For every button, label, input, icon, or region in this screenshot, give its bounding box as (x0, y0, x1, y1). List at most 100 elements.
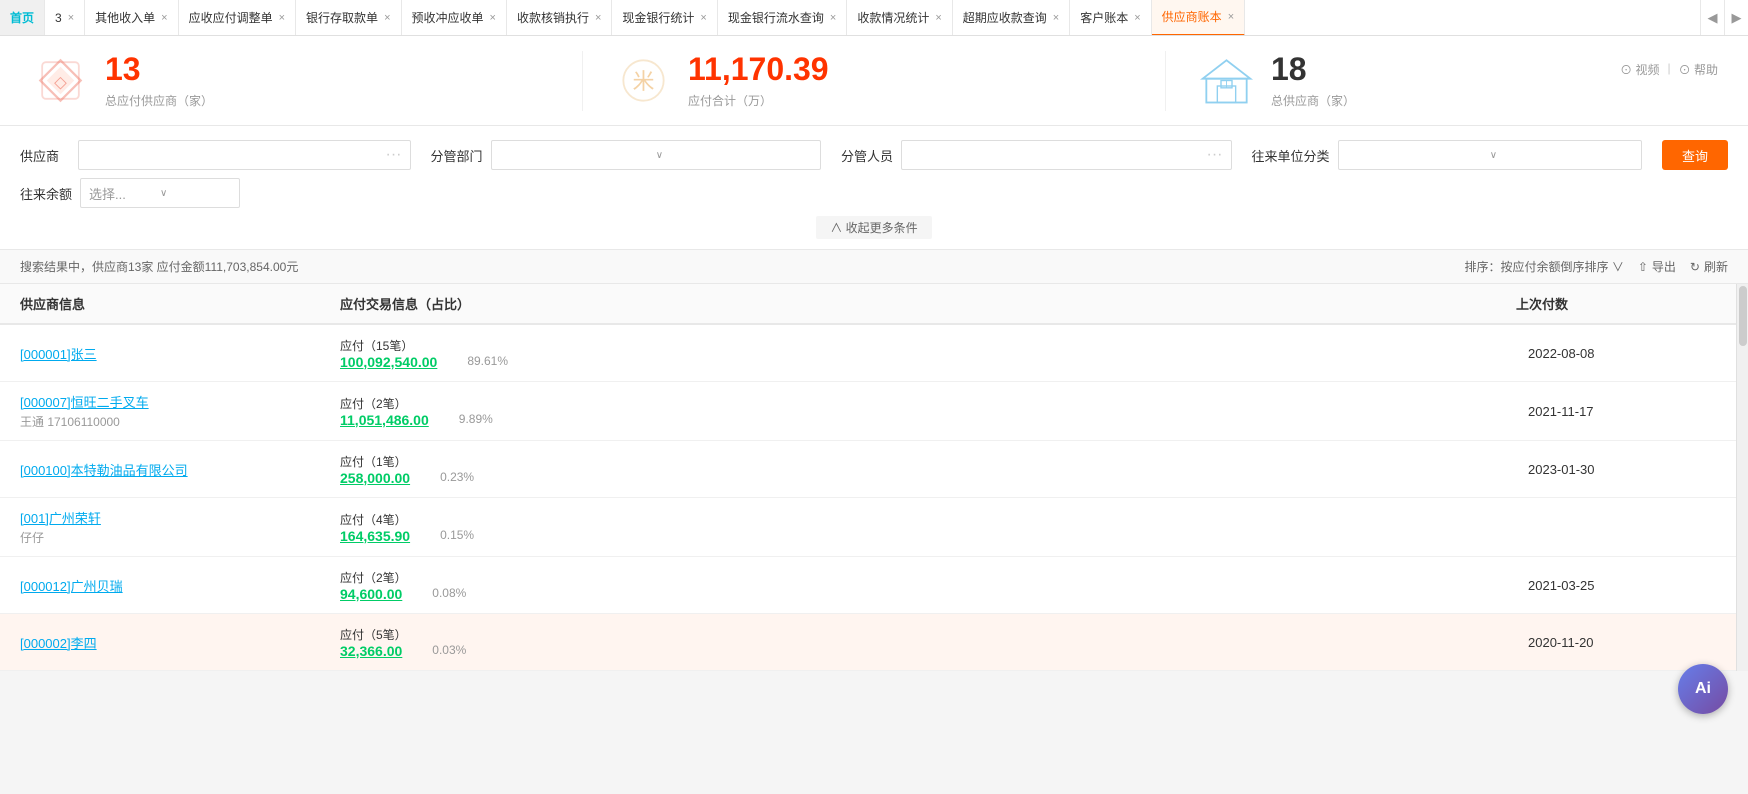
table-row-inner-2[interactable]: [000007]恒旺二手叉车王通 17106110000应付（2笔）11,051… (0, 382, 1748, 440)
nav-tab-prepay-collect[interactable]: 预收冲应收单× (402, 0, 507, 36)
table-row-4: [001]广州荣轩仔仔应付（4笔）164,635.900.15% (0, 498, 1748, 557)
ai-badge[interactable]: Ai (1678, 664, 1728, 714)
close-tab-ap-adjust[interactable]: × (279, 12, 285, 24)
video-link[interactable]: ⊙ 视频 (1620, 61, 1659, 78)
refresh-icon: ↻ (1690, 260, 1700, 274)
close-tab-other-income[interactable]: × (161, 12, 167, 24)
nav-tab-collect-stat[interactable]: 收款情况统计× (847, 0, 952, 36)
dept-select[interactable]: ∨ (491, 140, 821, 170)
table-row-inner-4[interactable]: [001]广州荣轩仔仔应付（4笔）164,635.900.15% (0, 498, 1748, 556)
supplier-col-2: [000007]恒旺二手叉车王通 17106110000 (20, 392, 340, 430)
top-navigation: 首页3×其他收入单×应收应付调整单×银行存取款单×预收冲应收单×收款核销执行×现… (0, 0, 1748, 36)
table-row-2: [000007]恒旺二手叉车王通 17106110000应付（2笔）11,051… (0, 382, 1748, 441)
stat-total-suppliers: 18 总供应商（家） ⊙ 视频 | ⊙ 帮助 (1166, 51, 1748, 111)
table-row-3: [000100]本特勒油品有限公司应付（1笔）258,000.000.23%20… (0, 441, 1748, 498)
supplier-col-4: [001]广州荣轩仔仔 (20, 508, 340, 546)
transaction-amount-4[interactable]: 164,635.90 (340, 528, 410, 544)
transaction-label-3: 应付（1笔） (340, 453, 1528, 470)
nav-tab-receive-verify[interactable]: 收款核销执行× (507, 0, 612, 36)
refresh-label[interactable]: 刷新 (1704, 258, 1728, 275)
nav-tab-ap-adjust[interactable]: 应收应付调整单× (179, 0, 296, 36)
supplier-label: 供应商 (20, 146, 70, 165)
balance-arrow-icon: ∨ (160, 188, 231, 199)
person-input-wrapper[interactable]: ··· (901, 140, 1231, 170)
close-tab-customer-account[interactable]: × (1134, 12, 1140, 24)
close-tab-cash-bank-stat[interactable]: × (700, 12, 706, 24)
close-tab-cash-bank-flow[interactable]: × (830, 12, 836, 24)
refresh-action[interactable]: ↻ 刷新 (1690, 258, 1728, 275)
table-row-inner-3[interactable]: [000100]本特勒油品有限公司应付（1笔）258,000.000.23%20… (0, 441, 1748, 497)
supplier-dots-icon: ··· (386, 146, 402, 164)
result-actions: 排序：按应付余额倒序排序 ∨ ⇧ 导出 ↻ 刷新 (1464, 258, 1728, 275)
collapse-button[interactable]: ∧ 收起更多条件 (816, 216, 931, 239)
table-row-inner-6[interactable]: [000002]李四应付（5笔）32,366.000.03%2020-11-20 (0, 614, 1748, 670)
transaction-amount-5[interactable]: 94,600.00 (340, 586, 402, 602)
scrollbar-thumb[interactable] (1739, 286, 1747, 346)
supplier-input-wrapper[interactable]: ··· (78, 140, 411, 170)
transaction-amount-2[interactable]: 11,051,486.00 (340, 412, 429, 428)
transaction-amount-6[interactable]: 32,366.00 (340, 643, 402, 659)
export-label[interactable]: 导出 (1652, 258, 1676, 275)
balance-select[interactable]: 选择... ∨ (80, 178, 240, 208)
close-tab-bank-deposit[interactable]: × (384, 12, 390, 24)
close-tab-overdue-query[interactable]: × (1053, 12, 1059, 24)
export-icon: ⇧ (1638, 260, 1648, 274)
transaction-col-4: 应付（4笔）164,635.900.15% (340, 511, 1528, 544)
table-row-inner-5[interactable]: [000012]广州贝瑞应付（2笔）94,600.000.08%2021-03-… (0, 557, 1748, 613)
nav-tab-supplier-account[interactable]: 供应商账本× (1152, 0, 1245, 36)
stat-payable-amount-info: 11,170.39 应付合计（万） (688, 52, 829, 108)
header-transaction-info: 应付交易信息（占比） (340, 294, 1516, 313)
supplier-contact-2: 王通 17106110000 (20, 413, 340, 430)
lastpay-col-2: 2021-11-17 (1528, 404, 1728, 419)
transaction-col-2: 应付（2笔）11,051,486.009.89% (340, 395, 1528, 428)
close-tab-receive-verify[interactable]: × (595, 12, 601, 24)
table-row-inner-1[interactable]: [000001]张三应付（15笔）100,092,540.0089.61%202… (0, 325, 1748, 381)
dept-arrow-icon: ∨ (656, 150, 812, 161)
supplier-input[interactable] (87, 148, 386, 163)
person-input[interactable] (910, 148, 1207, 163)
nav-arrows: ◀ ▶ (1700, 0, 1748, 36)
supplier-name-1[interactable]: [000001]张三 (20, 347, 97, 362)
help-link[interactable]: ⊙ 帮助 (1679, 61, 1718, 78)
search-row-1: 供应商 ··· 分管部门 ∨ 分管人员 ··· 往来单位分类 ∨ (20, 140, 1728, 170)
close-tab-supplier-account[interactable]: × (1228, 11, 1234, 23)
nav-tab-customer-account[interactable]: 客户账本× (1070, 0, 1151, 36)
close-tab-collect-stat[interactable]: × (935, 12, 941, 24)
transaction-amount-3[interactable]: 258,000.00 (340, 470, 410, 486)
transaction-amount-1[interactable]: 100,092,540.00 (340, 354, 437, 370)
svg-text:◇: ◇ (54, 74, 68, 92)
supplier-col-5: [000012]广州贝瑞 (20, 576, 340, 595)
nav-tab-cash-bank-stat[interactable]: 现金银行统计× (612, 0, 717, 36)
nav-arrow-right[interactable]: ▶ (1724, 0, 1748, 36)
nav-tab-bank-deposit[interactable]: 银行存取款单× (296, 0, 401, 36)
supplier-name-2[interactable]: [000007]恒旺二手叉车 (20, 395, 149, 410)
supplier-name-3[interactable]: [000100]本特勒油品有限公司 (20, 463, 188, 478)
vertical-scrollbar[interactable] (1736, 284, 1748, 671)
supplier-name-6[interactable]: [000002]李四 (20, 636, 97, 651)
transaction-percent-2: 9.89% (459, 412, 493, 426)
nav-arrow-left[interactable]: ◀ (1700, 0, 1724, 36)
nav-tab-home[interactable]: 首页 (0, 0, 45, 36)
person-field: 分管人员 ··· (841, 140, 1232, 170)
nav-tab-other-income[interactable]: 其他收入单× (85, 0, 178, 36)
close-tab-prepay-collect[interactable]: × (490, 12, 496, 24)
lastpay-col-5: 2021-03-25 (1528, 578, 1728, 593)
payable-suppliers-number: 13 (105, 52, 213, 87)
supplier-name-5[interactable]: [000012]广州贝瑞 (20, 579, 123, 594)
export-action[interactable]: ⇧ 导出 (1638, 258, 1676, 275)
category-label: 往来单位分类 (1252, 146, 1330, 165)
transaction-percent-5: 0.08% (432, 586, 466, 600)
transaction-percent-4: 0.15% (440, 528, 474, 542)
table-header: 供应商信息 应付交易信息（占比） 上次付数 (0, 284, 1748, 325)
nav-tab-tab3[interactable]: 3× (45, 0, 85, 36)
close-tab-tab3[interactable]: × (68, 12, 74, 24)
lastpay-date-2: 2021-11-17 (1528, 404, 1594, 419)
nav-tab-cash-bank-flow[interactable]: 现金银行流水查询× (718, 0, 847, 36)
nav-tab-overdue-query[interactable]: 超期应收款查询× (953, 0, 1070, 36)
transaction-percent-3: 0.23% (440, 470, 474, 484)
sort-arrow-icon: ∨ (1612, 260, 1624, 274)
stats-bar: ◇ 13 总应付供应商（家） 米 11,170.39 应付合计（万） (0, 36, 1748, 126)
query-button[interactable]: 查询 (1662, 140, 1728, 170)
supplier-name-4[interactable]: [001]广州荣轩 (20, 511, 101, 526)
category-select[interactable]: ∨ (1338, 140, 1642, 170)
